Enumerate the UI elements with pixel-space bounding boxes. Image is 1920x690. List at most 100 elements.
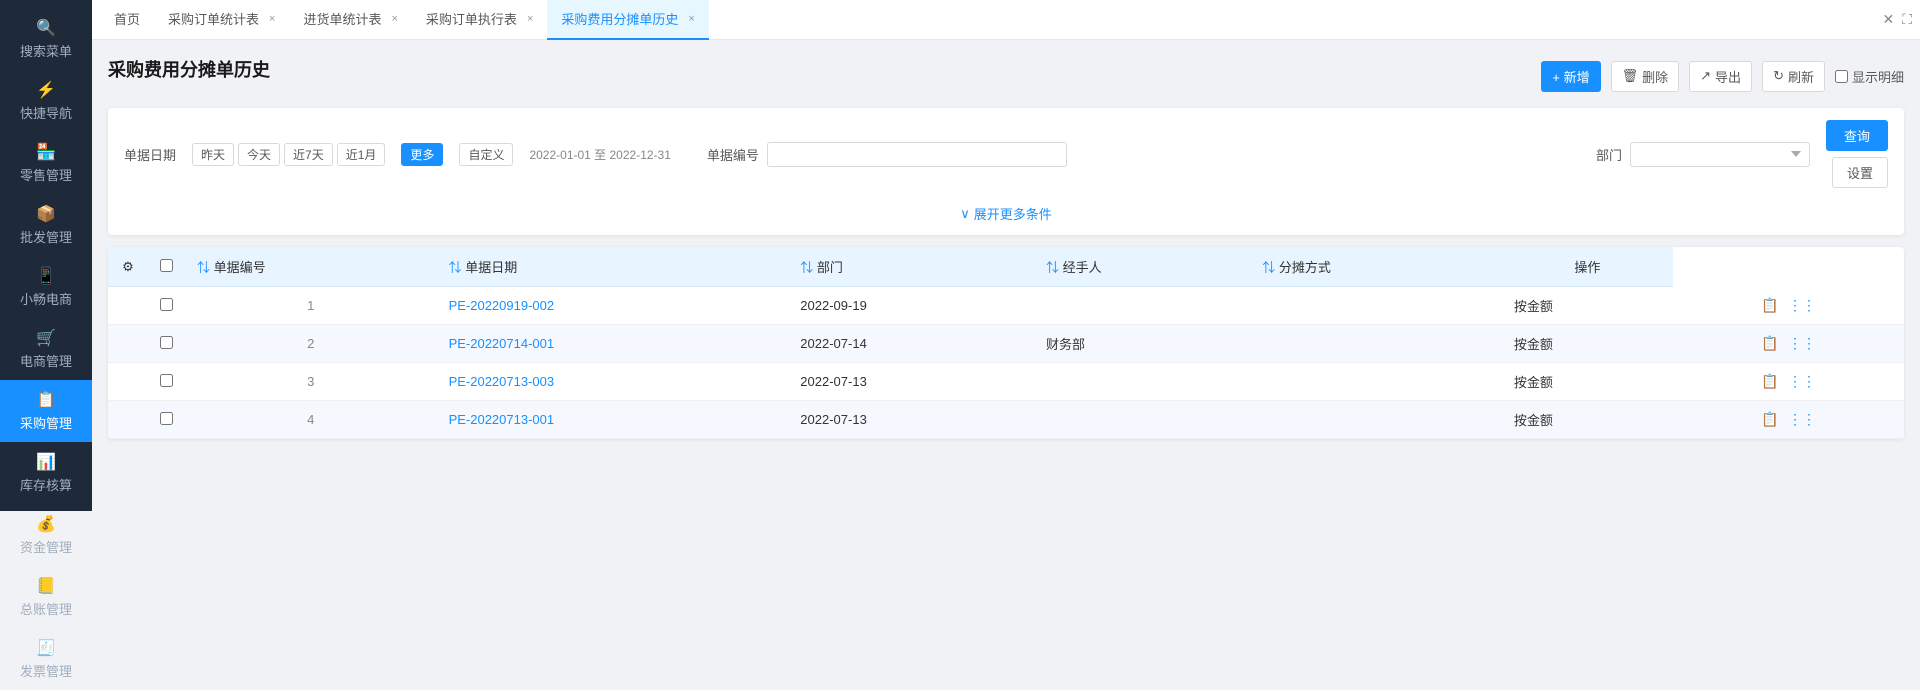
sidebar-label-quicknav: 快捷导航 [20, 103, 72, 122]
dept-select[interactable]: 财务部 [1630, 142, 1810, 167]
sidebar-item-wholesale[interactable]: 📦批发管理 [0, 194, 92, 256]
sidebar-label-finance: 资金管理 [20, 537, 72, 556]
toolbar: + 新增 🗑 删除 ↗ 导出 ↻ 刷新 显示明细 [1541, 61, 1904, 92]
settings-button[interactable]: 设置 [1832, 157, 1888, 188]
sidebar-label-purchase: 采购管理 [20, 413, 72, 432]
tab-close-purchase-order-stats[interactable]: × [269, 13, 275, 25]
filter-panel: 单据日期 昨天今天近7天近1月 更多 自定义 2022-01-01 至 2022… [108, 108, 1904, 235]
tab-close-purchase-cost-history[interactable]: × [688, 13, 694, 25]
row-edit-icon-2[interactable]: 📋 [1761, 335, 1778, 351]
tab-close-purchase-order-exec[interactable]: × [527, 13, 533, 25]
sidebar-label-inventory: 库存核算 [20, 475, 72, 494]
row-checkbox-1[interactable] [148, 287, 185, 325]
sidebar-item-finance[interactable]: 💰 资金管理 [0, 504, 92, 566]
add-button[interactable]: + 新增 [1541, 61, 1600, 92]
tab-purchase-order-stats[interactable]: 采购订单统计表× [154, 0, 289, 40]
row-date-1: 2022-09-19 [788, 287, 1034, 325]
dept-filter-group: 部门 财务部 [1596, 142, 1810, 167]
row-dept-4 [1034, 401, 1250, 439]
row-gear-3[interactable] [108, 363, 148, 401]
sidebar-label-invoice: 发票管理 [20, 661, 72, 680]
row-more-icon-4[interactable]: ⋮⋮ [1788, 411, 1816, 427]
row-edit-icon-4[interactable]: 📋 [1761, 411, 1778, 427]
sidebar-label-ecommerce: 电商管理 [20, 351, 72, 370]
row-num-4: 4 [185, 401, 437, 439]
table-header-action: 操作 [1502, 247, 1673, 287]
table-header-sn: ⇅ 单据编号 [185, 247, 437, 287]
row-gear-2[interactable] [108, 325, 148, 363]
row-checkbox-2[interactable] [148, 325, 185, 363]
row-checkbox-4[interactable] [148, 401, 185, 439]
export-button[interactable]: ↗ 导出 [1689, 61, 1752, 92]
row-checkbox-3[interactable] [148, 363, 185, 401]
sort-icon-alloc[interactable]: ⇅ [1262, 260, 1275, 275]
quicknav-icon: ⚡ [36, 80, 56, 100]
row-edit-icon-1[interactable]: 📋 [1761, 297, 1778, 313]
tab-purchase-cost-history[interactable]: 采购费用分摊单历史× [547, 0, 708, 40]
sidebar-item-quicknav[interactable]: ⚡ 快捷导航 [0, 70, 92, 132]
sidebar-item-search[interactable]: 🔍搜索菜单 [0, 8, 92, 70]
tab-purchase-order-exec[interactable]: 采购订单执行表× [412, 0, 547, 40]
sidebar: 🔍搜索菜单 ⚡ 快捷导航 🏪零售管理📦批发管理📱小畅电商🛒电商管理📋采购管理 📊 库存核算… [0, 0, 92, 511]
fullscreen-btn[interactable]: ⛶ [1902, 11, 1912, 28]
tab-inbound-stats[interactable]: 进货单统计表× [289, 0, 411, 40]
date-filter-label: 单据日期 [124, 145, 176, 164]
row-sn-3: PE-20220713-003 [437, 363, 789, 401]
sidebar-item-retail[interactable]: 🏪零售管理 [0, 132, 92, 194]
row-dept-3 [1034, 363, 1250, 401]
row-gear-1[interactable] [108, 287, 148, 325]
sort-icon-sn[interactable]: ⇅ [197, 260, 210, 275]
sn-label: 单据编号 [707, 145, 759, 164]
dept-label: 部门 [1596, 145, 1622, 164]
row-handler-4 [1250, 401, 1502, 439]
table-header-checkbox[interactable] [148, 247, 185, 287]
sidebar-item-inventory[interactable]: 📊 库存核算 [0, 442, 92, 504]
date-btn-近7天[interactable]: 近7天 [284, 143, 333, 166]
sort-icon-date[interactable]: ⇅ [449, 260, 462, 275]
sidebar-item-miniapp[interactable]: 📱小畅电商 [0, 256, 92, 318]
query-button[interactable]: 查询 [1826, 120, 1888, 151]
row-sn-link-4[interactable]: PE-20220713-001 [449, 412, 555, 427]
date-more-btn[interactable]: 更多 [401, 143, 443, 166]
sidebar-label-search: 搜索菜单 [20, 41, 72, 60]
table-row: 4 PE-20220713-001 2022-07-13 按金额 📋 ⋮⋮ [108, 401, 1904, 439]
table-header-date: ⇅ 单据日期 [437, 247, 789, 287]
expand-conditions-btn[interactable]: ∨ 展开更多条件 [960, 204, 1052, 223]
inventory-icon: 📊 [36, 452, 56, 472]
sidebar-item-ledger[interactable]: 📒总账管理 [0, 566, 92, 628]
show-columns-check[interactable]: 显示明细 [1835, 67, 1904, 86]
row-handler-3 [1250, 363, 1502, 401]
sidebar-item-ecommerce[interactable]: 🛒电商管理 [0, 318, 92, 380]
date-btn-昨天[interactable]: 昨天 [192, 143, 234, 166]
row-gear-4[interactable] [108, 401, 148, 439]
sidebar-item-invoice[interactable]: 🧾发票管理 [0, 628, 92, 690]
close-window-btn[interactable]: ✕ [1882, 11, 1894, 28]
row-more-icon-1[interactable]: ⋮⋮ [1788, 297, 1816, 313]
sort-icon-handler[interactable]: ⇅ [1046, 260, 1059, 275]
row-sn-link-2[interactable]: PE-20220714-001 [449, 336, 555, 351]
sidebar-item-purchase[interactable]: 📋采购管理 [0, 380, 92, 442]
sidebar-label-miniapp: 小畅电商 [20, 289, 72, 308]
row-sn-link-3[interactable]: PE-20220713-003 [449, 374, 555, 389]
finance-icon: 💰 [36, 514, 56, 534]
row-sn-link-1[interactable]: PE-20220919-002 [449, 298, 555, 313]
refresh-button[interactable]: ↻ 刷新 [1762, 61, 1825, 92]
date-btn-近1月[interactable]: 近1月 [337, 143, 386, 166]
row-more-icon-3[interactable]: ⋮⋮ [1788, 373, 1816, 389]
sidebar-label-ledger: 总账管理 [20, 599, 72, 618]
row-num-2: 2 [185, 325, 437, 363]
date-btn-今天[interactable]: 今天 [238, 143, 280, 166]
row-sn-4: PE-20220713-001 [437, 401, 789, 439]
table-row: 3 PE-20220713-003 2022-07-13 按金额 📋 ⋮⋮ [108, 363, 1904, 401]
row-num-3: 3 [185, 363, 437, 401]
tab-close-inbound-stats[interactable]: × [391, 13, 397, 25]
table-header-settings[interactable]: ⚙ [108, 247, 148, 287]
row-more-icon-2[interactable]: ⋮⋮ [1788, 335, 1816, 351]
tab-home[interactable]: 首页 [100, 0, 154, 40]
sn-input[interactable] [767, 142, 1067, 167]
delete-button[interactable]: 🗑 删除 [1611, 61, 1680, 92]
date-range-display: 2022-01-01 至 2022-12-31 [529, 146, 670, 163]
date-custom-btn[interactable]: 自定义 [459, 143, 513, 166]
sort-icon-dept[interactable]: ⇅ [800, 260, 813, 275]
row-edit-icon-3[interactable]: 📋 [1761, 373, 1778, 389]
